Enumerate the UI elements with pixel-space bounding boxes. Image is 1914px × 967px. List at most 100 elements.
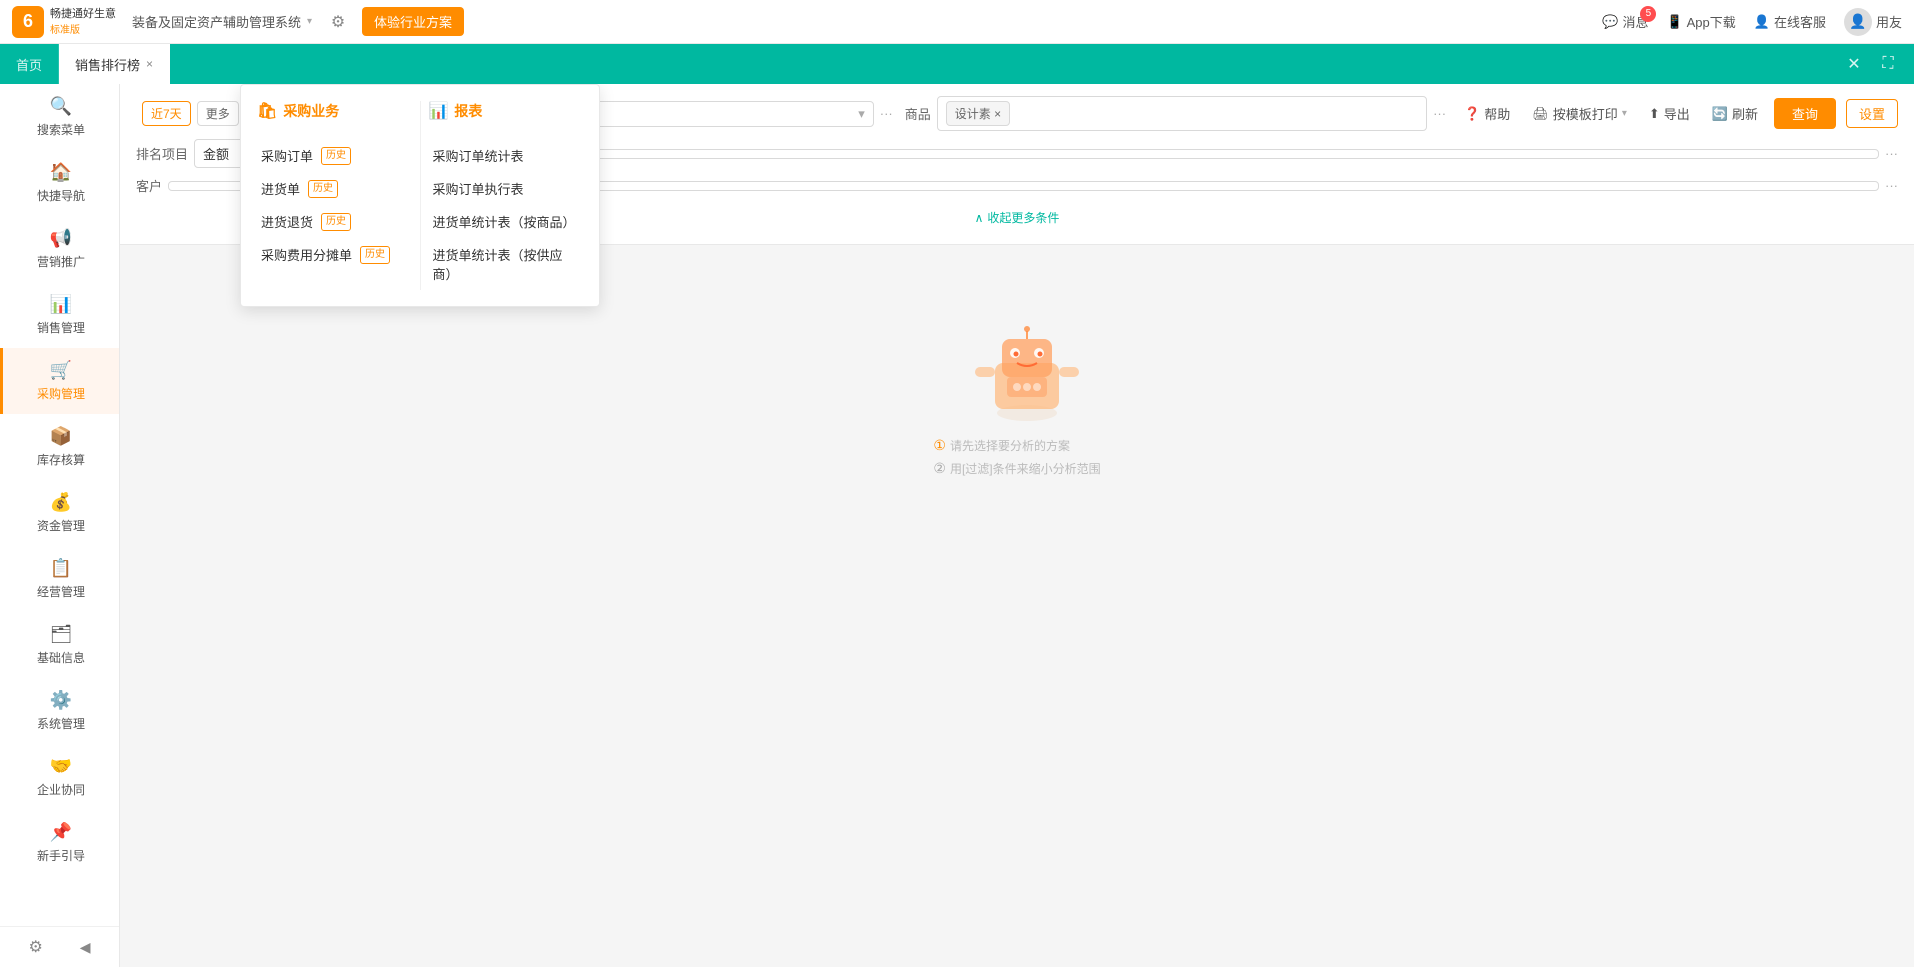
empty-hints: ① 请先选择要分析的方案 ② 用[过滤]条件来缩小分析范围: [933, 437, 1100, 477]
query-button[interactable]: 查询: [1774, 98, 1836, 129]
print-label: 按模板打印: [1553, 104, 1618, 123]
tab-close-icon[interactable]: ×: [146, 57, 153, 71]
collapse-up-icon: ∧: [975, 211, 984, 225]
purchase-stat-label: 采购订单统计表: [433, 146, 524, 165]
tab-sales-rank-label: 销售排行榜: [75, 55, 140, 74]
sales-mgmt-icon: 📊: [50, 294, 72, 315]
sidebar-bottom: ⚙ ◀: [0, 926, 119, 967]
dropdown-item-return[interactable]: 进货退货 历史: [257, 205, 412, 238]
system-title-text: 装备及固定资产辅助管理系统: [132, 12, 301, 31]
sidebar-item-basic-info[interactable]: 🗂 基础信息: [0, 612, 119, 678]
report-section-title: 📊 报表: [429, 101, 584, 127]
report-col: 📊 报表 采购订单统计表 采购订单执行表 进货单统计表（按商品） 进货单统计表（…: [429, 101, 584, 290]
system-title-area: 装备及固定资产辅助管理系统 ▾ ⚙: [132, 8, 352, 36]
system-title-dropdown[interactable]: ▾: [307, 16, 312, 27]
goods-select[interactable]: 设计素 ×: [937, 96, 1427, 131]
print-arrow: ▾: [1622, 108, 1627, 119]
tab-sales-rank[interactable]: 销售排行榜 ×: [59, 44, 170, 84]
tab-home-label: 首页: [16, 55, 42, 74]
empty-hint-1: ① 请先选择要分析的方案: [933, 437, 1070, 454]
tab-close-all-icon[interactable]: ✕: [1840, 54, 1868, 74]
refresh-icon: 🔄: [1712, 106, 1728, 122]
top-bar-right: 💬 消息 5 📱 App下载 👤 在线客服 👤 用友: [1602, 8, 1902, 36]
dropdown-divider: [420, 101, 421, 290]
dropdown-item-expense[interactable]: 采购费用分摊单 历史: [257, 238, 412, 271]
purchase-title-text: 采购业务: [283, 101, 339, 121]
logo-name: 畅捷通好生意: [50, 7, 116, 21]
sidebar-item-marketing[interactable]: 📢 营销推广: [0, 216, 119, 282]
dropdown-item-purchase-order[interactable]: 采购订单 历史: [257, 139, 412, 172]
print-icon: 🖨: [1532, 106, 1549, 122]
top-bar: 6 畅捷通好生意 标准版 装备及固定资产辅助管理系统 ▾ ⚙ 体验行业方案 💬 …: [0, 0, 1914, 44]
dropdown-item-purchase-stat[interactable]: 采购订单统计表: [429, 139, 584, 172]
empty-robot-svg: [967, 325, 1087, 425]
sidebar-item-guide[interactable]: 📌 新手引导: [0, 810, 119, 876]
help-btn[interactable]: ❓ 帮助: [1458, 100, 1516, 127]
app-download-item[interactable]: 📱 App下载: [1666, 12, 1735, 31]
avatar: 👤: [1844, 8, 1872, 36]
date-more-btn[interactable]: 更多: [197, 101, 239, 126]
sidebar-item-purchase-mgmt[interactable]: 🛒 采购管理: [0, 348, 119, 414]
logo-edition: 标准版: [50, 21, 116, 36]
dropdown-item-inbound-stat-goods[interactable]: 进货单统计表（按商品）: [429, 205, 584, 238]
inbound-stat-supplier-label: 进货单统计表（按供应商）: [433, 245, 580, 283]
online-service-label: 在线客服: [1774, 12, 1826, 31]
customer-label: 客户: [136, 176, 162, 195]
refresh-btn[interactable]: 🔄 刷新: [1706, 100, 1764, 127]
print-btn[interactable]: 🖨 按模板打印 ▾: [1526, 100, 1633, 127]
rank-value: 金额: [203, 144, 229, 163]
rank-label: 排名项目: [136, 144, 188, 163]
sidebar-item-inventory[interactable]: 📦 库存核算: [0, 414, 119, 480]
sidebar-collapse-icon[interactable]: ◀: [80, 939, 91, 956]
dropdown-item-inbound-stat-supplier[interactable]: 进货单统计表（按供应商）: [429, 238, 584, 290]
settings-icon[interactable]: ⚙: [324, 8, 352, 36]
dropdown-item-purchase-exec[interactable]: 采购订单执行表: [429, 172, 584, 205]
date-7days-btn[interactable]: 近7天: [142, 101, 191, 126]
tab-maximize-icon[interactable]: ⛶: [1874, 55, 1902, 73]
export-btn[interactable]: ⬆ 导出: [1643, 100, 1696, 127]
sidebar-settings-icon[interactable]: ⚙: [28, 937, 42, 957]
industry-button[interactable]: 体验行业方案: [362, 7, 464, 36]
hint2-icon: ②: [933, 460, 946, 477]
purchase-section-title: 🛍 采购业务: [257, 101, 412, 127]
service-icon: 👤: [1754, 14, 1770, 30]
sidebar-system-mgmt-label: 系统管理: [37, 715, 85, 732]
goods-row: 商品 设计素 × ···: [905, 96, 1446, 131]
sidebar-operation-label: 经营管理: [37, 583, 85, 600]
tab-home[interactable]: 首页: [0, 44, 59, 84]
search-menu-icon: 🔍: [50, 96, 72, 117]
toolbar-right: ❓ 帮助 🖨 按模板打印 ▾ ⬆ 导出 🔄 刷新: [1458, 98, 1898, 129]
sidebar-item-enterprise[interactable]: 🤝 企业协同: [0, 744, 119, 810]
sidebar-item-sales-mgmt[interactable]: 📊 销售管理: [0, 282, 119, 348]
report-title-text: 报表: [454, 101, 482, 121]
messages-item[interactable]: 💬 消息 5: [1602, 12, 1648, 31]
salesman-more[interactable]: ···: [1885, 146, 1898, 161]
sidebar-item-quick-nav[interactable]: 🏠 快捷导航: [0, 150, 119, 216]
sidebar-item-search-menu[interactable]: 🔍 搜索菜单: [0, 84, 119, 150]
dropdown-menu: 🛍 采购业务 采购订单 历史 进货单 历史 进货退货 历史 采购费用分摊单: [240, 84, 600, 307]
purchase-mgmt-icon: 🛒: [50, 360, 72, 381]
content-area: 近7天 更多 自定义 12-31 单据状态 ▾ ··· 商品: [120, 84, 1914, 967]
dropdown-item-inbound[interactable]: 进货单 历史: [257, 172, 412, 205]
message-icon: 💬: [1602, 14, 1618, 30]
goods-more[interactable]: ···: [1433, 106, 1446, 121]
set-button[interactable]: 设置: [1846, 99, 1898, 128]
user-item[interactable]: 👤 用友: [1844, 8, 1902, 36]
collapse-label: 收起更多条件: [987, 209, 1059, 226]
enterprise-icon: 🤝: [50, 756, 72, 777]
bill-status-more[interactable]: ···: [880, 106, 893, 121]
sidebar-item-finance[interactable]: 💰 资金管理: [0, 480, 119, 546]
sidebar-finance-label: 资金管理: [37, 517, 85, 534]
inventory-icon: 📦: [50, 426, 72, 447]
empty-hint-2: ② 用[过滤]条件来缩小分析范围: [933, 460, 1100, 477]
finance-icon: 💰: [50, 492, 72, 513]
logo-area: 6 畅捷通好生意 标准版: [12, 6, 132, 38]
online-service-item[interactable]: 👤 在线客服: [1754, 12, 1826, 31]
purchase-section-icon: 🛍: [257, 101, 277, 121]
purchase-order-label: 采购订单: [261, 146, 313, 165]
sidebar-item-system-mgmt[interactable]: ⚙️ 系统管理: [0, 678, 119, 744]
return-badge: 历史: [321, 213, 351, 231]
sidebar-item-operation[interactable]: 📋 经营管理: [0, 546, 119, 612]
logo-text: 畅捷通好生意 标准版: [50, 7, 116, 36]
customer-more[interactable]: ···: [1885, 178, 1898, 193]
